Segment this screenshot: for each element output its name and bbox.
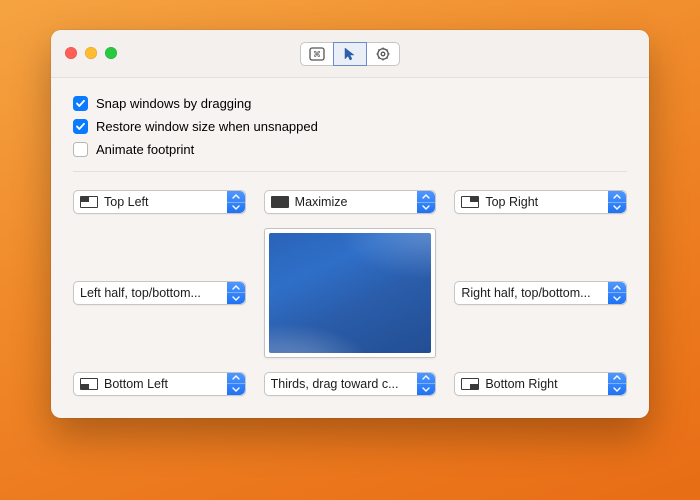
zone-top-left-label: Top Left (104, 195, 223, 209)
zone-bottom-center-select[interactable]: Thirds, drag toward c... (264, 372, 437, 396)
zone-icon-top-left (80, 196, 98, 208)
titlebar: ⌘ (51, 30, 649, 78)
dropdown-stepper-icon (227, 191, 245, 213)
preferences-window: ⌘ Snap windows by dragging Restore windo… (51, 30, 649, 418)
desktop-wallpaper-preview (269, 233, 432, 353)
tab-settings[interactable] (366, 42, 400, 66)
cursor-icon (343, 47, 357, 61)
dropdown-stepper-icon (417, 373, 435, 395)
zone-mid-left-select[interactable]: Left half, top/bottom... (73, 281, 246, 305)
desktop-preview (264, 228, 437, 358)
checkmark-icon (75, 98, 86, 109)
checkbox-snap[interactable] (73, 96, 88, 111)
zone-icon-top-right (461, 196, 479, 208)
tab-shortcuts[interactable]: ⌘ (300, 42, 334, 66)
zone-bottom-right-label: Bottom Right (485, 377, 604, 391)
close-window-button[interactable] (65, 47, 77, 59)
dropdown-stepper-icon (417, 191, 435, 213)
keyboard-shortcut-icon: ⌘ (309, 47, 325, 61)
zone-mid-right-select[interactable]: Right half, top/bottom... (454, 281, 627, 305)
zone-top-right-select[interactable]: Top Right (454, 190, 627, 214)
checkbox-row-animate[interactable]: Animate footprint (73, 142, 627, 157)
checkbox-restore[interactable] (73, 119, 88, 134)
zone-bottom-left-select[interactable]: Bottom Left (73, 372, 246, 396)
zone-bottom-right-select[interactable]: Bottom Right (454, 372, 627, 396)
dropdown-stepper-icon (608, 191, 626, 213)
dropdown-stepper-icon (227, 373, 245, 395)
zone-mid-left-label: Left half, top/bottom... (80, 286, 223, 300)
zone-top-center-label: Maximize (295, 195, 414, 209)
minimize-window-button[interactable] (85, 47, 97, 59)
checkmark-icon (75, 121, 86, 132)
zone-bottom-left-label: Bottom Left (104, 377, 223, 391)
divider (73, 171, 627, 172)
content-area: Snap windows by dragging Restore window … (51, 78, 649, 418)
zone-icon-bottom-left (80, 378, 98, 390)
zone-icon-maximize (271, 196, 289, 208)
tab-snapping[interactable] (333, 42, 367, 66)
window-controls (65, 47, 117, 59)
zone-top-center-select[interactable]: Maximize (264, 190, 437, 214)
zone-icon-bottom-right (461, 378, 479, 390)
checkbox-animate[interactable] (73, 142, 88, 157)
checkbox-animate-label: Animate footprint (96, 143, 194, 156)
zone-mid-right-label: Right half, top/bottom... (461, 286, 604, 300)
zone-top-left-select[interactable]: Top Left (73, 190, 246, 214)
dropdown-stepper-icon (608, 282, 626, 304)
zone-top-right-label: Top Right (485, 195, 604, 209)
toolbar-tabs: ⌘ (300, 42, 400, 66)
zone-bottom-center-label: Thirds, drag toward c... (271, 377, 414, 391)
svg-text:⌘: ⌘ (313, 50, 321, 59)
checkbox-snap-label: Snap windows by dragging (96, 97, 251, 110)
dropdown-stepper-icon (608, 373, 626, 395)
zoom-window-button[interactable] (105, 47, 117, 59)
checkbox-restore-label: Restore window size when unsnapped (96, 120, 318, 133)
checkbox-row-restore[interactable]: Restore window size when unsnapped (73, 119, 627, 134)
checkbox-row-snap[interactable]: Snap windows by dragging (73, 96, 627, 111)
dropdown-stepper-icon (227, 282, 245, 304)
snap-zones-grid: Top Left Maximize Top Right Left half, t… (73, 190, 627, 396)
gear-icon (376, 47, 390, 61)
